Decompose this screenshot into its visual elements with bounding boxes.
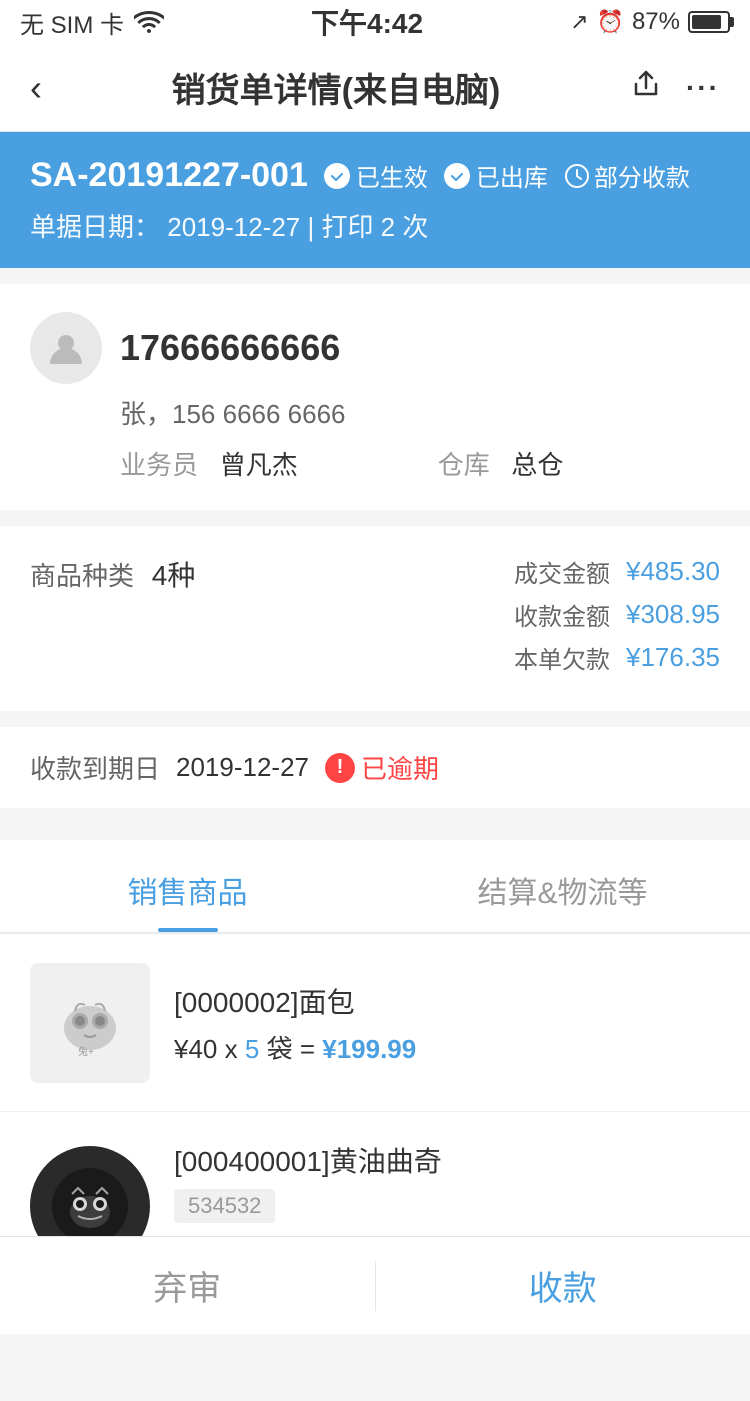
customer-section: 17666666666 张，156 6666 6666 业务员 曾凡杰 仓库 总… [0,284,750,510]
status-partial-label: 部分收款 [594,158,690,193]
customer-phone: 17666666666 [120,327,340,369]
warehouse-name: 总仓 [511,450,563,480]
category-value: 4种 [152,560,196,591]
tab-settlement[interactable]: 结算&物流等 [375,840,750,932]
customer-meta: 业务员 曾凡杰 仓库 总仓 [120,445,720,482]
svg-text:兔+: 兔+ [78,1045,94,1058]
status-effective-label: 已生效 [356,158,428,193]
nav-actions: ··· [630,68,720,108]
due-label: 收款到期日 [30,749,160,786]
bottom-bar: 弃审 收款 [0,1236,750,1334]
transaction-value: ¥485.30 [626,556,720,587]
status-effective: 已生效 [324,158,428,193]
debt-label: 本单欠款 [514,640,610,675]
product-price-row-1: ¥40 x 5 袋 = ¥199.99 [174,1029,720,1066]
tabs-section: 销售商品 结算&物流等 [0,840,750,933]
more-icon[interactable]: ··· [686,72,720,104]
share-icon[interactable] [630,68,662,108]
order-header-row1: SA-20191227-001 已生效 已出库 部分收款 [30,156,720,195]
battery-text: 87% [632,8,680,36]
received-value: ¥308.95 [626,599,720,630]
sales-name: 曾凡杰 [220,450,298,480]
avatar [30,312,102,384]
check-icon-1 [324,163,350,189]
stats-left: 商品种类 4种 [30,554,375,594]
product-name-2: [000400001]黄油曲奇 [174,1140,720,1180]
date-value: 2019-12-27 [167,212,300,242]
received-label: 收款金额 [514,597,610,632]
overdue-icon: ! [325,753,355,783]
customer-row: 17666666666 [30,312,720,384]
tab-sales-products[interactable]: 销售商品 [0,840,375,932]
page-title: 销货单详情(来自电脑) [172,63,501,112]
product-name-1: [0000002]面包 [174,981,720,1021]
print-info: | 打印 2 次 [307,212,428,242]
customer-name-phone: 张，156 6666 6666 [120,394,720,431]
product-price-1: ¥40 [174,1034,217,1064]
product-title-2: 黄油曲奇 [330,1146,442,1177]
product-info-1: [0000002]面包 ¥40 x 5 袋 = ¥199.99 [174,981,720,1066]
product-x-1: x [225,1034,245,1064]
product-title-1: 面包 [299,987,355,1018]
status-bar-right: ↗ ⏰ 87% [570,8,730,36]
confirm-button[interactable]: 收款 [376,1261,750,1310]
product-eq-1: = [300,1034,322,1064]
wifi-icon [134,11,164,33]
product-qty-1: 5 [245,1034,259,1064]
product-code-2: [000400001] [174,1146,330,1177]
due-date-value: 2019-12-27 [176,752,309,783]
stats-section: 商品种类 4种 成交金额 ¥485.30 收款金额 ¥308.95 本单欠款 ¥… [0,526,750,711]
warehouse-label: 仓库 [438,450,490,480]
nav-bar: ‹ 销货单详情(来自电脑) ··· [0,44,750,132]
product-unit-1: 袋 [267,1034,293,1064]
status-shipped: 已出库 [444,158,548,193]
overdue-text: 已逾期 [361,749,439,786]
status-bar-time: 下午4:42 [311,2,423,42]
sales-label: 业务员 [120,450,198,480]
received-row: 收款金额 ¥308.95 [375,597,720,632]
product-total-1: ¥199.99 [322,1034,416,1064]
overdue-badge: ! 已逾期 [325,749,439,786]
carrier-label: 无 SIM 卡 [20,5,124,40]
back-button[interactable]: ‹ [30,67,42,109]
status-bar: 无 SIM 卡 下午4:42 ↗ ⏰ 87% [0,0,750,44]
product-tag-2: 534532 [174,1189,275,1223]
stats-right: 成交金额 ¥485.30 收款金额 ¥308.95 本单欠款 ¥176.35 [375,554,720,683]
product-item: 兔+ [0000002]面包 ¥40 x 5 袋 = ¥199.99 [0,935,750,1112]
check-icon-2 [444,163,470,189]
due-section: 收款到期日 2019-12-27 ! 已逾期 [0,727,750,808]
tabs-row: 销售商品 结算&物流等 [0,840,750,932]
debt-row: 本单欠款 ¥176.35 [375,640,720,675]
status-shipped-label: 已出库 [476,158,548,193]
warehouse-info: 仓库 总仓 [438,445,564,482]
sales-info: 业务员 曾凡杰 [120,445,298,482]
transaction-label: 成交金额 [514,554,610,589]
date-label: 单据日期： [30,212,160,242]
tab-settlement-label: 结算&物流等 [477,877,647,910]
section-separator [0,808,750,824]
cancel-button[interactable]: 弃审 [0,1261,375,1310]
status-partial: 部分收款 [564,158,690,193]
order-date-row: 单据日期： 2019-12-27 | 打印 2 次 [30,207,720,244]
location-icon: ↗ [570,9,588,35]
order-header: SA-20191227-001 已生效 已出库 部分收款 [0,132,750,268]
transaction-row: 成交金额 ¥485.30 [375,554,720,589]
debt-value: ¥176.35 [626,642,720,673]
product-code-1: [0000002] [174,987,299,1018]
order-id: SA-20191227-001 [30,156,308,195]
tab-sales-label: 销售商品 [128,877,248,910]
alarm-icon: ⏰ [597,9,624,35]
status-bar-left: 无 SIM 卡 [20,5,164,40]
battery-indicator [688,11,730,33]
product-thumbnail-1: 兔+ [30,963,150,1083]
category-label: 商品种类 [30,561,134,591]
